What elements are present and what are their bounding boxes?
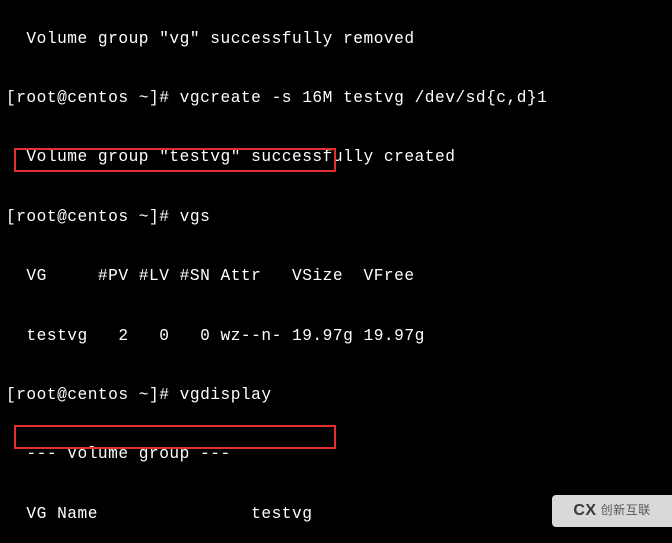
prompt-line: [root@centos ~]# vgdisplay [0, 386, 672, 406]
terminal-window[interactable]: Volume group "vg" successfully removed [… [0, 0, 672, 543]
watermark-text: 创新互联 [601, 501, 651, 521]
vgs-row: testvg 2 0 0 wz--n- 19.97g 19.97g [0, 327, 672, 347]
command-vgcreate: vgcreate -s 16M testvg /dev/sd{c,d}1 [180, 89, 548, 107]
vg-header: --- Volume group --- [0, 445, 672, 465]
output-line: Volume group "testvg" successfully creat… [0, 148, 672, 168]
watermark: CX 创新互联 [552, 495, 672, 527]
command-vgs: vgs [180, 208, 211, 226]
command-vgdisplay: vgdisplay [180, 386, 272, 404]
watermark-logo: CX [573, 501, 596, 521]
prompt-line: [root@centos ~]# vgcreate -s 16M testvg … [0, 89, 672, 109]
output-line: Volume group "vg" successfully removed [0, 30, 672, 50]
vgs-header: VG #PV #LV #SN Attr VSize VFree [0, 267, 672, 287]
prompt-line: [root@centos ~]# vgs [0, 208, 672, 228]
prompt: [root@centos ~]# [6, 386, 180, 404]
prompt: [root@centos ~]# [6, 89, 180, 107]
prompt: [root@centos ~]# [6, 208, 180, 226]
